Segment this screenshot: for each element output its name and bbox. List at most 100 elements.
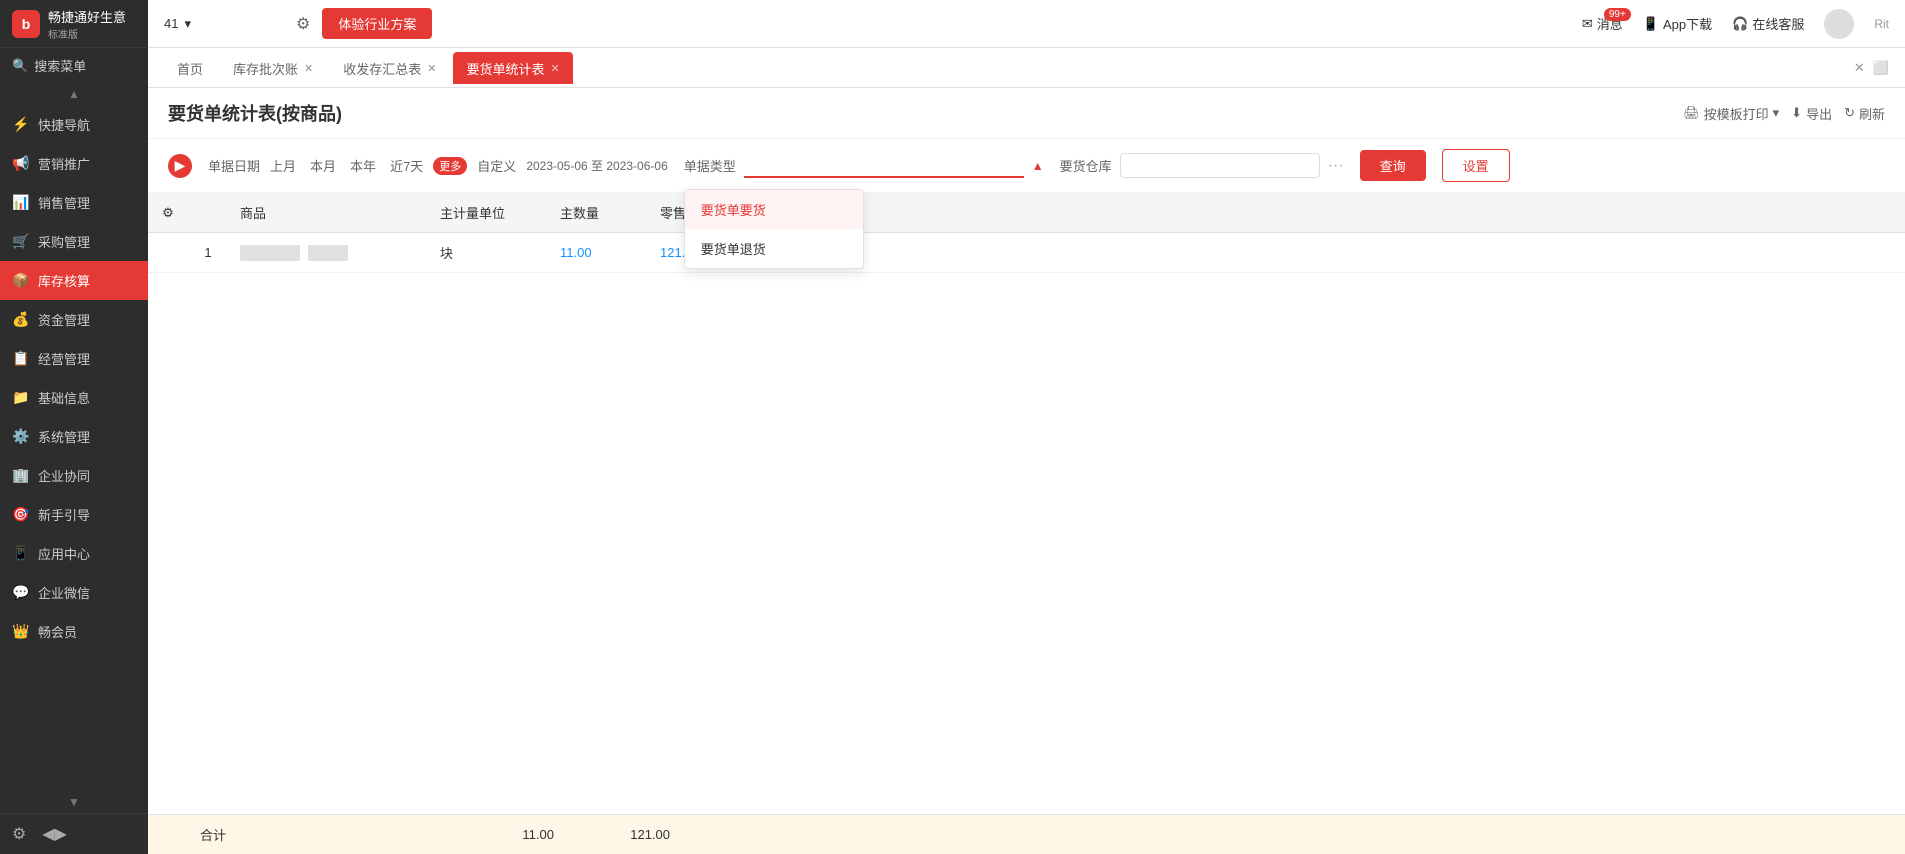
- refresh-btn[interactable]: ↻ 刷新: [1844, 104, 1885, 123]
- page-title: 要货单统计表(按商品): [168, 100, 342, 126]
- messages-badge: 99+: [1604, 8, 1631, 21]
- guide-icon: 🎯: [12, 506, 30, 524]
- tab-inventory-batch[interactable]: 库存批次账 ✕: [220, 52, 326, 84]
- sidebar-item-finance[interactable]: 💰 资金管理: [0, 300, 148, 339]
- wechat-icon: 💬: [12, 584, 30, 602]
- sidebar-search[interactable]: 🔍 搜索菜单: [0, 48, 148, 83]
- message-icon: ✉: [1582, 16, 1593, 32]
- tab-receivable-summary[interactable]: 收发存汇总表 ✕: [330, 52, 449, 84]
- store-selector[interactable]: 41 ▾: [164, 16, 284, 32]
- app-logo-icon: b: [12, 10, 40, 38]
- date-shortcut-7days[interactable]: 近7天: [386, 154, 427, 177]
- operation-icon: 📋: [12, 350, 30, 368]
- date-shortcut-this-month[interactable]: 本月: [306, 154, 340, 177]
- maximize-icon[interactable]: ⬜: [1873, 60, 1889, 76]
- col-settings[interactable]: ⚙: [148, 193, 188, 233]
- sidebar-scroll-down[interactable]: ▼: [0, 791, 148, 813]
- date-shortcut-prev-month[interactable]: 上月: [266, 154, 300, 177]
- sidebar-collapse-icon[interactable]: ◀▶: [42, 824, 67, 844]
- date-shortcut-more[interactable]: 更多: [433, 157, 467, 175]
- filter-more-btn[interactable]: ···: [1328, 157, 1344, 175]
- row-unit: 块: [428, 233, 548, 273]
- sidebar-item-quick-nav[interactable]: ⚡ 快捷导航: [0, 105, 148, 144]
- dropdown-item-order-return[interactable]: 要货单退货: [685, 229, 863, 268]
- system-icon: ⚙️: [12, 428, 30, 446]
- sidebar-item-apps[interactable]: 📱 应用中心: [0, 534, 148, 573]
- print-icon: 🖨: [1683, 105, 1700, 121]
- sidebar-item-guide[interactable]: 🎯 新手引导: [0, 495, 148, 534]
- header-right: ✉ 消息 99+ 📱 App下载 🎧 在线客服 Rit: [1582, 9, 1889, 39]
- query-btn[interactable]: 查询: [1360, 150, 1426, 181]
- close-all-tabs-icon[interactable]: ✕: [1854, 60, 1865, 76]
- app-download-btn[interactable]: 📱 App下载: [1643, 14, 1712, 33]
- sidebar-item-operation[interactable]: 📋 经营管理: [0, 339, 148, 378]
- tab-close-receivable-summary[interactable]: ✕: [427, 62, 436, 75]
- trial-btn[interactable]: 体验行业方案: [322, 8, 432, 39]
- type-filter-input[interactable]: [744, 153, 1024, 178]
- date-shortcuts: 上月 本月 本年 近7天 更多 自定义: [266, 154, 520, 177]
- tab-close-order-stats[interactable]: ✕: [551, 62, 560, 75]
- member-icon: 👑: [12, 623, 30, 641]
- tab-order-stats[interactable]: 要货单统计表 ✕: [453, 52, 572, 84]
- col-product: 商品: [228, 193, 428, 233]
- col-extra: [748, 193, 1905, 233]
- app-logo-text: 畅捷通好生意 标准版: [48, 7, 126, 41]
- filter-settings-btn[interactable]: 设置: [1442, 149, 1510, 182]
- row-index: 1: [188, 233, 228, 273]
- sidebar-settings-icon[interactable]: ⚙: [12, 824, 26, 844]
- date-range-text: 2023-05-06 至 2023-06-06: [526, 157, 667, 174]
- user-avatar[interactable]: [1824, 9, 1854, 39]
- purchase-icon: 🛒: [12, 233, 30, 251]
- warehouse-filter-input[interactable]: [1120, 153, 1320, 178]
- store-dropdown-icon: ▾: [184, 16, 191, 32]
- sidebar-item-wechat[interactable]: 💬 企业微信: [0, 573, 148, 612]
- sidebar-item-enterprise[interactable]: 🏢 企业协同: [0, 456, 148, 495]
- dropdown-item-order-goods[interactable]: 要货单要货: [685, 190, 863, 229]
- finance-icon: 💰: [12, 311, 30, 329]
- sidebar-nav: ⚡ 快捷导航 📢 营销推广 📊 销售管理 🛒 采购管理 📦 库存核算 💰 资金管…: [0, 105, 148, 791]
- row-extra: [748, 233, 1905, 273]
- inventory-icon: 📦: [12, 272, 30, 290]
- footer-amount: 121.00: [570, 827, 670, 842]
- row-settings-cell: [148, 233, 188, 273]
- filter-expand-btn[interactable]: ▶: [168, 154, 192, 178]
- product-placeholder-1: [240, 245, 300, 261]
- main-content: 41 ▾ ⚙ 体验行业方案 ✉ 消息 99+ 📱 App下载 🎧 在线客服 Ri…: [148, 0, 1905, 854]
- table-container: ⚙ 商品 主计量单位 主数量 零售金额 1: [148, 193, 1905, 814]
- tab-home[interactable]: 首页: [164, 52, 216, 84]
- type-filter-arrow[interactable]: ▲: [1032, 159, 1044, 173]
- sidebar-item-member[interactable]: 👑 畅会员: [0, 612, 148, 651]
- search-icon: 🔍: [12, 58, 28, 74]
- date-filter-label: 单据日期: [208, 156, 260, 175]
- service-icon: 🎧: [1732, 16, 1748, 32]
- messages-btn[interactable]: ✉ 消息 99+: [1582, 14, 1623, 33]
- print-btn[interactable]: 🖨 按模板打印 ▾: [1683, 104, 1779, 123]
- sales-icon: 📊: [12, 194, 30, 212]
- sidebar-item-system[interactable]: ⚙️ 系统管理: [0, 417, 148, 456]
- tabs-actions: ✕ ⬜: [1854, 60, 1889, 76]
- refresh-icon: ↻: [1844, 105, 1855, 121]
- product-placeholder-2: [308, 245, 348, 261]
- sidebar-item-purchase[interactable]: 🛒 采购管理: [0, 222, 148, 261]
- date-shortcut-custom[interactable]: 自定义: [473, 154, 520, 177]
- table-body: 1 块 11.00 121.00: [148, 233, 1905, 273]
- sidebar-item-basic[interactable]: 📁 基础信息: [0, 378, 148, 417]
- tabs-bar: 首页 库存批次账 ✕ 收发存汇总表 ✕ 要货单统计表 ✕ ✕ ⬜: [148, 48, 1905, 88]
- marketing-icon: 📢: [12, 155, 30, 173]
- date-filter-group: 单据日期 上月 本月 本年 近7天 更多 自定义 2023-05-06 至 20…: [208, 154, 668, 177]
- tab-close-inventory-batch[interactable]: ✕: [304, 62, 313, 75]
- sidebar-item-marketing[interactable]: 📢 营销推广: [0, 144, 148, 183]
- sidebar-item-sales[interactable]: 📊 销售管理: [0, 183, 148, 222]
- sidebar: b 畅捷通好生意 标准版 🔍 搜索菜单 ▲ ⚡ 快捷导航 📢 营销推广 📊 销售…: [0, 0, 148, 854]
- date-shortcut-this-year[interactable]: 本年: [346, 154, 380, 177]
- row-product: [228, 233, 428, 273]
- sidebar-scroll-up[interactable]: ▲: [0, 83, 148, 105]
- online-service-btn[interactable]: 🎧 在线客服: [1732, 14, 1804, 33]
- warehouse-filter-group: 要货仓库 ···: [1060, 153, 1344, 178]
- row-qty: 11.00: [548, 233, 648, 273]
- export-btn[interactable]: ⬇ 导出: [1791, 104, 1832, 123]
- sidebar-item-inventory[interactable]: 📦 库存核算: [0, 261, 148, 300]
- header-settings-icon[interactable]: ⚙: [296, 14, 310, 34]
- print-dropdown-icon: ▾: [1773, 105, 1780, 121]
- col-qty: 主数量: [548, 193, 648, 233]
